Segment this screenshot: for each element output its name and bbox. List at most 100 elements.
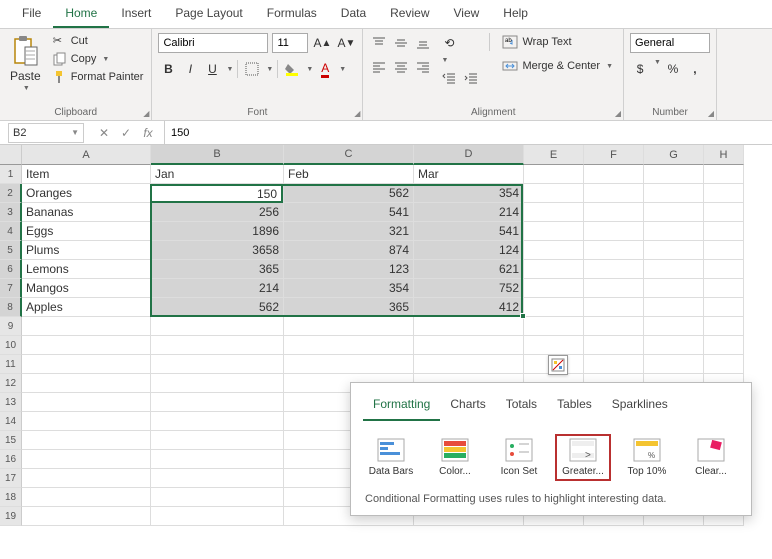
cell-A17[interactable] <box>22 469 151 488</box>
cell-H8[interactable] <box>704 298 744 317</box>
cell-B12[interactable] <box>151 374 284 393</box>
cell-A4[interactable]: Eggs <box>22 222 151 241</box>
row-header-5[interactable]: 5 <box>0 241 22 260</box>
cell-A18[interactable] <box>22 488 151 507</box>
dialog-launcher-icon[interactable]: ◢ <box>354 109 360 118</box>
cell-G4[interactable] <box>644 222 704 241</box>
col-header-F[interactable]: F <box>584 145 644 165</box>
formula-input[interactable] <box>164 121 772 144</box>
cell-B6[interactable]: 365 <box>151 260 284 279</box>
cell-B9[interactable] <box>151 317 284 336</box>
qa-tab-tables[interactable]: Tables <box>547 391 602 421</box>
font-name-select[interactable] <box>158 33 268 53</box>
cell-A9[interactable] <box>22 317 151 336</box>
cell-E9[interactable] <box>524 317 584 336</box>
align-top-button[interactable] <box>369 33 389 53</box>
bold-button[interactable]: B <box>158 59 178 79</box>
cell-A3[interactable]: Bananas <box>22 203 151 222</box>
cell-A11[interactable] <box>22 355 151 374</box>
cell-A13[interactable] <box>22 393 151 412</box>
cell-E10[interactable] <box>524 336 584 355</box>
cell-E2[interactable] <box>524 184 584 203</box>
increase-font-button[interactable]: A▲ <box>312 33 332 53</box>
cell-H2[interactable] <box>704 184 744 203</box>
copy-button[interactable]: Copy▼ <box>51 51 146 67</box>
row-header-7[interactable]: 7 <box>0 279 22 298</box>
cell-E7[interactable] <box>524 279 584 298</box>
tab-formulas[interactable]: Formulas <box>255 2 329 28</box>
cell-D5[interactable]: 124 <box>414 241 524 260</box>
cell-E8[interactable] <box>524 298 584 317</box>
cell-B15[interactable] <box>151 431 284 450</box>
row-header-8[interactable]: 8 <box>0 298 22 317</box>
cell-H3[interactable] <box>704 203 744 222</box>
cell-F2[interactable] <box>584 184 644 203</box>
cell-F8[interactable] <box>584 298 644 317</box>
qa-tab-sparklines[interactable]: Sparklines <box>602 391 678 421</box>
format-painter-button[interactable]: Format Painter <box>51 69 146 85</box>
insert-function-button[interactable]: fx <box>140 126 156 140</box>
row-header-19[interactable]: 19 <box>0 507 22 526</box>
cell-A12[interactable] <box>22 374 151 393</box>
cell-G10[interactable] <box>644 336 704 355</box>
cell-B18[interactable] <box>151 488 284 507</box>
cell-H4[interactable] <box>704 222 744 241</box>
cell-C9[interactable] <box>284 317 414 336</box>
cell-D6[interactable]: 621 <box>414 260 524 279</box>
fill-color-button[interactable] <box>282 59 302 79</box>
cell-E4[interactable] <box>524 222 584 241</box>
row-header-6[interactable]: 6 <box>0 260 22 279</box>
tab-review[interactable]: Review <box>378 2 441 28</box>
decrease-indent-button[interactable] <box>439 68 459 88</box>
cell-G6[interactable] <box>644 260 704 279</box>
cell-B7[interactable]: 214 <box>151 279 284 298</box>
wrap-text-button[interactable]: abWrap Text <box>498 33 617 51</box>
col-header-E[interactable]: E <box>524 145 584 165</box>
cell-A8[interactable]: Apples <box>22 298 151 317</box>
cell-F1[interactable] <box>584 165 644 184</box>
row-header-16[interactable]: 16 <box>0 450 22 469</box>
tab-help[interactable]: Help <box>491 2 540 28</box>
row-header-2[interactable]: 2 <box>0 184 22 203</box>
cell-A14[interactable] <box>22 412 151 431</box>
cell-D2[interactable]: 354 <box>414 184 524 203</box>
quick-analysis-button[interactable] <box>548 355 568 375</box>
tab-home[interactable]: Home <box>53 2 109 28</box>
cell-C5[interactable]: 874 <box>284 241 414 260</box>
cell-H11[interactable] <box>704 355 744 374</box>
cut-button[interactable]: ✂Cut <box>51 33 146 49</box>
cell-E1[interactable] <box>524 165 584 184</box>
cell-D7[interactable]: 752 <box>414 279 524 298</box>
tab-page-layout[interactable]: Page Layout <box>163 2 254 28</box>
align-bottom-button[interactable] <box>413 33 433 53</box>
cell-B19[interactable] <box>151 507 284 526</box>
cell-F10[interactable] <box>584 336 644 355</box>
cell-D1[interactable]: Mar <box>414 165 524 184</box>
cell-A19[interactable] <box>22 507 151 526</box>
cell-A1[interactable]: Item <box>22 165 151 184</box>
tab-data[interactable]: Data <box>329 2 378 28</box>
cell-A2[interactable]: Oranges <box>22 184 151 203</box>
name-box[interactable]: B2▼ <box>8 123 84 143</box>
cell-A15[interactable] <box>22 431 151 450</box>
qa-item-clear[interactable]: Clear... <box>683 434 739 481</box>
cell-G1[interactable] <box>644 165 704 184</box>
cell-F3[interactable] <box>584 203 644 222</box>
dialog-launcher-icon[interactable]: ◢ <box>143 109 149 118</box>
cancel-formula-button[interactable]: ✕ <box>96 126 112 140</box>
cell-F5[interactable] <box>584 241 644 260</box>
cell-B8[interactable]: 562 <box>151 298 284 317</box>
row-header-3[interactable]: 3 <box>0 203 22 222</box>
cell-B13[interactable] <box>151 393 284 412</box>
tab-insert[interactable]: Insert <box>109 2 163 28</box>
underline-button[interactable]: U <box>202 59 222 79</box>
align-right-button[interactable] <box>413 57 433 77</box>
cell-E6[interactable] <box>524 260 584 279</box>
cell-C4[interactable]: 321 <box>284 222 414 241</box>
align-middle-button[interactable] <box>391 33 411 53</box>
row-header-1[interactable]: 1 <box>0 165 22 184</box>
cell-C2[interactable]: 562 <box>284 184 414 203</box>
accounting-format-button[interactable]: $ <box>630 59 650 79</box>
cell-G8[interactable] <box>644 298 704 317</box>
select-all-corner[interactable] <box>0 145 22 165</box>
